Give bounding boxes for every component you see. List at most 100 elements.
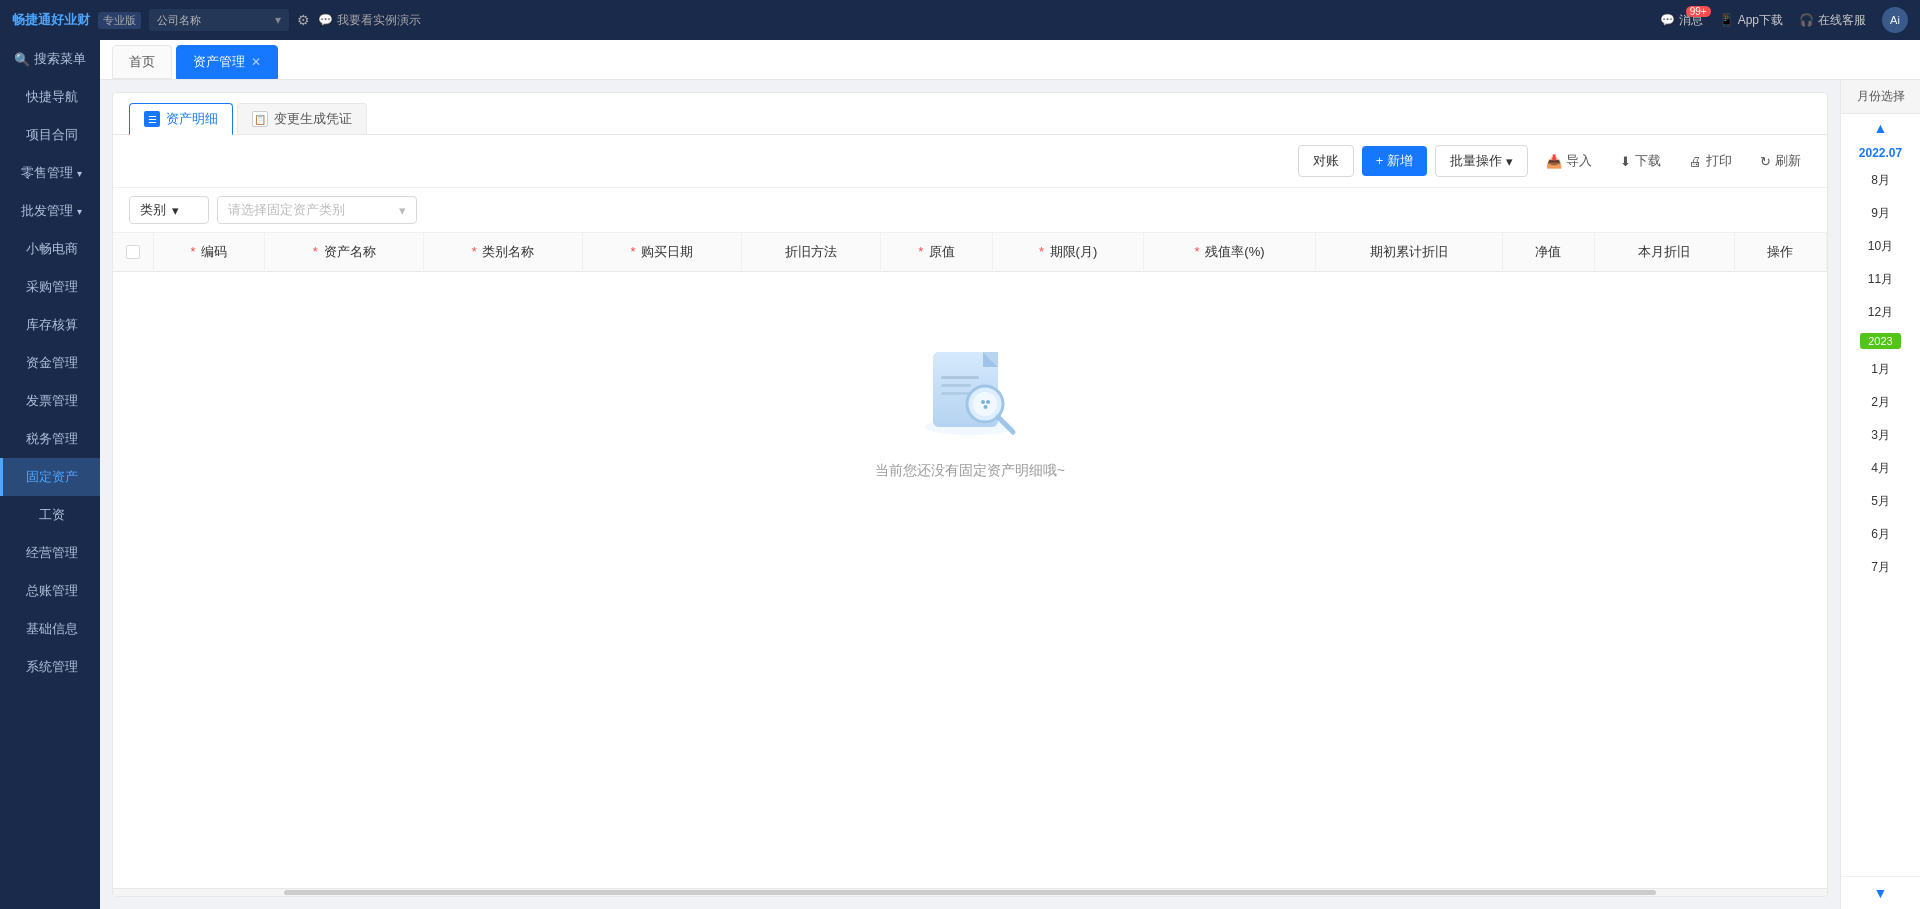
sidebar-item-tax[interactable]: 税务管理: [0, 420, 100, 458]
month-item-2023-3[interactable]: 3月: [1841, 419, 1920, 452]
col-action-label: 操作: [1767, 244, 1793, 259]
search-menu-button[interactable]: 🔍 搜索菜单: [0, 40, 100, 78]
sidebar-item-salary[interactable]: 工资: [0, 496, 100, 534]
sidebar-item-retail[interactable]: 零售管理 ▾: [0, 154, 100, 192]
sidebar-item-operations[interactable]: 经营管理: [0, 534, 100, 572]
app-title: 畅捷通好业财: [12, 12, 90, 27]
sidebar-item-general-ledger[interactable]: 总账管理: [0, 572, 100, 610]
sidebar-item-fixed-assets[interactable]: 固定资产: [0, 458, 100, 496]
app-download-button[interactable]: 📱 App下载: [1719, 12, 1783, 29]
col-category-name: * 类别名称: [424, 233, 583, 272]
month-nav-down-button[interactable]: ▼: [1870, 883, 1892, 903]
col-depreciation-method-label: 折旧方法: [785, 244, 837, 259]
month-list: 8月 9月 10月 11月 12月 2023 1月 2月 3月 4月 5月 6月…: [1841, 164, 1920, 876]
month-nav-up[interactable]: ▲: [1841, 114, 1920, 142]
toolbar-right: 对账 + 新增 批量操作 ▾ 📥 导入: [1298, 145, 1811, 177]
month-item-10[interactable]: 10月: [1841, 230, 1920, 263]
app-branding: 畅捷通好业财 专业版 公司名称 ▾ ⚙ 💬 我要看实例演示: [12, 9, 421, 31]
tab-close-icon[interactable]: ✕: [251, 55, 261, 69]
sidebar-item-ecommerce[interactable]: 小畅电商: [0, 230, 100, 268]
category-type-selector[interactable]: 类别 ▾: [129, 196, 209, 224]
month-selector-header[interactable]: 月份选择: [1841, 80, 1920, 114]
month-item-8[interactable]: 8月: [1841, 164, 1920, 197]
header-right: 💬 消息 99+ 📱 App下载 🎧 在线客服 Ai: [1660, 7, 1908, 33]
reconcile-button[interactable]: 对账: [1298, 145, 1354, 177]
period-months-required-star: *: [1039, 244, 1044, 259]
sidebar-item-wholesale[interactable]: 批发管理 ▾: [0, 192, 100, 230]
sidebar-item-system[interactable]: 系统管理: [0, 648, 100, 686]
import-button[interactable]: 📥 导入: [1536, 146, 1602, 176]
sub-tab-change-voucher[interactable]: 📋 变更生成凭证: [237, 103, 367, 134]
sidebar-item-project-contract[interactable]: 项目合同: [0, 116, 100, 154]
empty-state-cell: 当前您还没有固定资产明细哦~: [113, 272, 1827, 521]
invoice-label: 发票管理: [26, 392, 78, 410]
messages-button[interactable]: 💬 消息 99+: [1660, 12, 1703, 29]
ecommerce-label: 小畅电商: [26, 240, 78, 258]
batch-ops-label: 批量操作: [1450, 152, 1502, 170]
month-item-2023-5[interactable]: 5月: [1841, 485, 1920, 518]
month-selector-header-label: 月份选择: [1857, 89, 1905, 103]
col-purchase-date-label: 购买日期: [641, 244, 693, 259]
tax-label: 税务管理: [26, 430, 78, 448]
message-icon: 💬: [1660, 13, 1675, 27]
tab-home[interactable]: 首页: [112, 45, 172, 79]
online-service-button[interactable]: 🎧 在线客服: [1799, 12, 1866, 29]
search-icon: 🔍: [14, 52, 30, 67]
download-button[interactable]: ⬇ 下载: [1610, 146, 1671, 176]
sidebar-item-fund[interactable]: 资金管理: [0, 344, 100, 382]
table-header: * 编码 * 资产名称 * 类别名称: [113, 233, 1827, 272]
print-button[interactable]: 🖨 打印: [1679, 146, 1742, 176]
demo-link[interactable]: 💬 我要看实例演示: [318, 12, 421, 29]
col-asset-name-label: 资产名称: [324, 244, 376, 259]
svg-rect-4: [941, 384, 971, 387]
month-item-2023-2[interactable]: 2月: [1841, 386, 1920, 419]
tab-asset-management[interactable]: 资产管理 ✕: [176, 45, 278, 79]
col-period-cumulative-depreciation-label: 期初累计折旧: [1370, 244, 1448, 259]
sub-tab-asset-detail[interactable]: ☰ 资产明细: [129, 103, 233, 135]
page-content: ☰ 资产明细 📋 变更生成凭证 对账 + 新增: [100, 80, 1920, 909]
add-button[interactable]: + 新增: [1362, 146, 1427, 176]
month-nav-up-button[interactable]: ▲: [1870, 118, 1892, 138]
scrollbar-thumb[interactable]: [284, 890, 1655, 895]
month-item-12[interactable]: 12月: [1841, 296, 1920, 329]
horizontal-scrollbar[interactable]: [113, 888, 1827, 896]
settings-button[interactable]: ⚙: [297, 12, 310, 28]
month-item-2023-1[interactable]: 1月: [1841, 353, 1920, 386]
sidebar-item-invoice[interactable]: 发票管理: [0, 382, 100, 420]
svg-point-9: [981, 400, 985, 404]
month-item-2023-4[interactable]: 4月: [1841, 452, 1920, 485]
col-monthly-depreciation-label: 本月折旧: [1638, 244, 1690, 259]
add-label: + 新增: [1376, 152, 1413, 170]
asset-category-selector[interactable]: 请选择固定资产类别 ▾: [217, 196, 417, 224]
empty-state: 当前您还没有固定资产明细哦~: [113, 272, 1827, 520]
content-area: 首页 资产管理 ✕ ☰ 资产明细 📋 变更生成凭证: [100, 40, 1920, 909]
select-all-checkbox[interactable]: [126, 245, 140, 259]
sidebar-item-purchase[interactable]: 采购管理: [0, 268, 100, 306]
sidebar-item-basic-info[interactable]: 基础信息: [0, 610, 100, 648]
col-residual-rate-label: 残值率(%): [1205, 244, 1264, 259]
top-bar: 畅捷通好业财 专业版 公司名称 ▾ ⚙ 💬 我要看实例演示 💬 消息 99+ 📱…: [0, 0, 1920, 40]
month-item-2023-7[interactable]: 7月: [1841, 551, 1920, 584]
col-period-cumulative-depreciation: 期初累计折旧: [1316, 233, 1503, 272]
year-2022-label: 2022.07: [1841, 142, 1920, 164]
month-item-2023-6[interactable]: 6月: [1841, 518, 1920, 551]
asset-table: * 编码 * 资产名称 * 类别名称: [113, 233, 1827, 520]
asset-detail-tab-icon: ☰: [144, 111, 160, 127]
sidebar-item-inventory[interactable]: 库存核算: [0, 306, 100, 344]
month-nav-down[interactable]: ▼: [1841, 876, 1920, 909]
main-panel: ☰ 资产明细 📋 变更生成凭证 对账 + 新增: [112, 92, 1828, 897]
sidebar-item-quick-nav[interactable]: 快捷导航: [0, 78, 100, 116]
user-avatar[interactable]: Ai: [1882, 7, 1908, 33]
sub-tabs: ☰ 资产明细 📋 变更生成凭证: [113, 93, 1827, 135]
refresh-icon: ↻: [1760, 154, 1771, 169]
retail-arrow-icon: ▾: [77, 168, 82, 179]
table-body: 当前您还没有固定资产明细哦~: [113, 272, 1827, 521]
batch-ops-button[interactable]: 批量操作 ▾: [1435, 145, 1528, 177]
code-required-star: *: [191, 244, 196, 259]
month-item-11[interactable]: 11月: [1841, 263, 1920, 296]
col-original-value: * 原值: [881, 233, 993, 272]
purchase-date-required-star: *: [631, 244, 636, 259]
refresh-button[interactable]: ↻ 刷新: [1750, 146, 1811, 176]
company-selector[interactable]: 公司名称 ▾: [149, 9, 289, 31]
month-item-9[interactable]: 9月: [1841, 197, 1920, 230]
